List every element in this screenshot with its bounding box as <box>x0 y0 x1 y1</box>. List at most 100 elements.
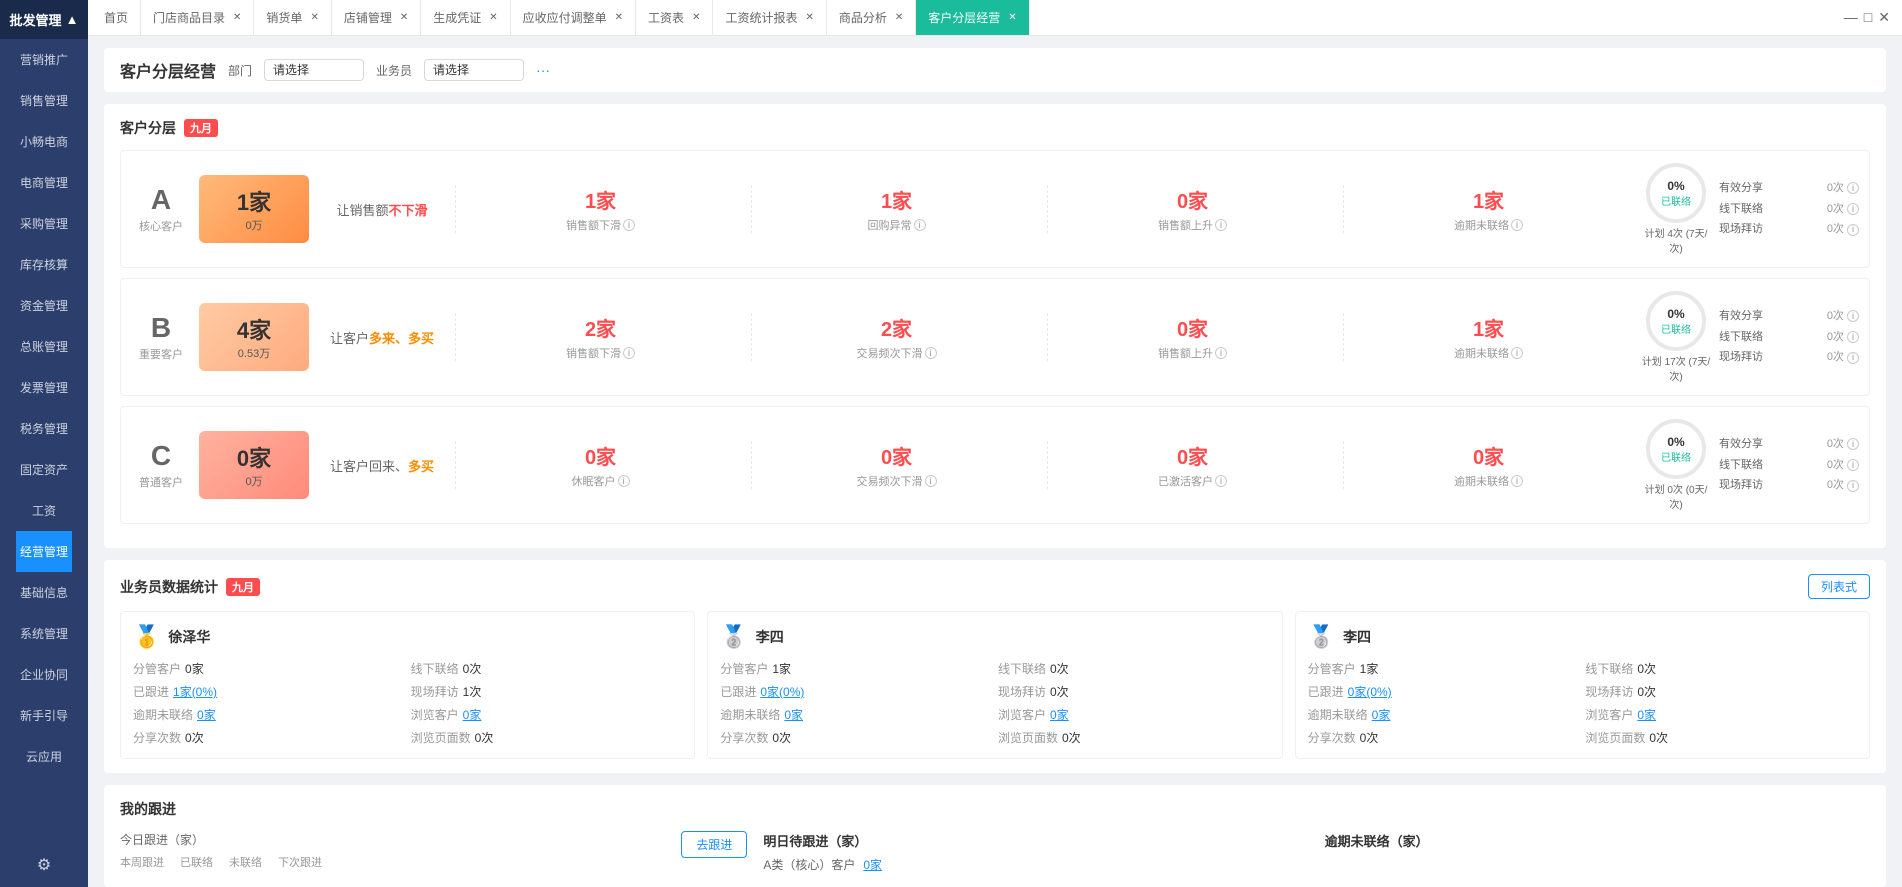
tab-close-销货单[interactable]: ✕ <box>310 12 318 23</box>
restore-icon[interactable]: □ <box>1864 9 1872 26</box>
stat-count[interactable]: 0家 <box>760 441 1033 470</box>
tab-商品分析[interactable]: 商品分析✕ <box>827 0 916 36</box>
sidebar-item-销售管理[interactable]: 销售管理 <box>16 80 72 121</box>
sidebar-item-总账管理[interactable]: 总账管理 <box>16 326 72 367</box>
stat-count[interactable]: 1家 <box>760 185 1033 214</box>
stat-count[interactable]: 1家 <box>1352 313 1625 342</box>
side-stats-C: 有效分享0次 i线下联络0次 i现场拜访0次 i <box>1719 434 1859 497</box>
tab-close-店铺管理[interactable]: ✕ <box>400 12 408 23</box>
sidebar-collapse-icon[interactable]: ▲ <box>66 12 79 27</box>
stat-count[interactable]: 0家 <box>1056 313 1329 342</box>
page-title: 客户分层经营 <box>120 58 216 82</box>
tab-门店商品目录[interactable]: 门店商品目录✕ <box>141 0 254 36</box>
staff-stat-value[interactable]: 0家 <box>784 706 803 723</box>
side-stat-info[interactable]: i <box>1847 459 1859 471</box>
stat-label: 逾期未联络 i <box>1352 345 1625 361</box>
go-follow-btn[interactable]: 去跟进 <box>681 831 747 858</box>
sidebar-header[interactable]: 批发管理 ▲ <box>0 0 88 39</box>
info-icon[interactable]: i <box>1215 475 1227 487</box>
tab-销货单[interactable]: 销货单✕ <box>254 0 331 36</box>
staff-select[interactable]: 请选择 <box>424 59 524 81</box>
side-stat-info[interactable]: i <box>1847 480 1859 492</box>
staff-stats-grid: 分管客户1家线下联络0次已跟进0家(0%)现场拜访0次逾期未联络0家浏览客户0家… <box>720 660 1269 746</box>
minimize-icon[interactable]: — <box>1844 9 1858 26</box>
settings-icon[interactable]: ⚙ <box>0 843 88 887</box>
side-stat-info[interactable]: i <box>1847 224 1859 236</box>
staff-stat-value[interactable]: 0家 <box>197 706 216 723</box>
side-stat-row: 线下联络0次 i <box>1719 455 1859 476</box>
side-stat-info[interactable]: i <box>1847 352 1859 364</box>
staff-stat-label: 分管客户 <box>133 660 181 677</box>
info-icon[interactable]: i <box>925 347 937 359</box>
staff-stat-value[interactable]: 0家(0%) <box>760 683 804 700</box>
staff-stat-value[interactable]: 0家 <box>1372 706 1391 723</box>
stat-count[interactable]: 0家 <box>464 441 737 470</box>
sidebar-item-固定资产[interactable]: 固定资产 <box>16 449 72 490</box>
sidebar-item-云应用[interactable]: 云应用 <box>16 736 72 777</box>
info-icon[interactable]: i <box>1511 475 1523 487</box>
tab-首页[interactable]: 首页 <box>92 0 141 36</box>
side-stat-info[interactable]: i <box>1847 438 1859 450</box>
staff-stat-value[interactable]: 0家 <box>1050 706 1069 723</box>
info-icon[interactable]: i <box>1215 347 1227 359</box>
tab-生成凭证[interactable]: 生成凭证✕ <box>421 0 510 36</box>
side-stat-info[interactable]: i <box>1847 331 1859 343</box>
staff-stat-value: 0次 <box>463 660 482 677</box>
staff-stat-value[interactable]: 1家(0%) <box>173 683 217 700</box>
info-icon[interactable]: i <box>1511 347 1523 359</box>
sidebar-item-发票管理[interactable]: 发票管理 <box>16 367 72 408</box>
tab-close-客户分层经营[interactable]: ✕ <box>1008 12 1016 23</box>
info-icon[interactable]: i <box>618 475 630 487</box>
tab-店铺管理[interactable]: 店铺管理✕ <box>332 0 421 36</box>
info-icon[interactable]: i <box>1511 219 1523 231</box>
stat-count[interactable]: 0家 <box>1056 185 1329 214</box>
tab-close-商品分析[interactable]: ✕ <box>895 12 903 23</box>
stat-count[interactable]: 0家 <box>1352 441 1625 470</box>
sidebar-item-营销推广[interactable]: 营销推广 <box>16 39 72 80</box>
staff-stat-value[interactable]: 0家 <box>1637 706 1656 723</box>
info-icon[interactable]: i <box>925 475 937 487</box>
tab-工资表[interactable]: 工资表✕ <box>636 0 713 36</box>
info-icon[interactable]: i <box>623 347 635 359</box>
side-stat-info[interactable]: i <box>1847 310 1859 322</box>
tab-应收应付调整单[interactable]: 应收应付调整单✕ <box>511 0 636 36</box>
stat-count[interactable]: 2家 <box>760 313 1033 342</box>
dept-select[interactable]: 请选择 <box>264 59 364 81</box>
stat-count[interactable]: 1家 <box>464 185 737 214</box>
tab-close-应收应付调整单[interactable]: ✕ <box>615 12 623 23</box>
sidebar-item-税务管理[interactable]: 税务管理 <box>16 408 72 449</box>
side-stat-info[interactable]: i <box>1847 203 1859 215</box>
staff-card-李四: 🥈李四分管客户1家线下联络0次已跟进0家(0%)现场拜访0次逾期未联络0家浏览客… <box>1295 611 1870 759</box>
sidebar-item-库存核算[interactable]: 库存核算 <box>16 244 72 285</box>
close-icon[interactable]: ✕ <box>1878 9 1890 26</box>
business-section-title: 业务员数据统计 九月 <box>120 577 260 597</box>
sidebar-item-企业协同[interactable]: 企业协同 <box>16 654 72 695</box>
staff-stat-value[interactable]: 0家(0%) <box>1348 683 1392 700</box>
tab-close-生成凭证[interactable]: ✕ <box>489 12 497 23</box>
sidebar-item-电商管理[interactable]: 电商管理 <box>16 162 72 203</box>
more-filters-btn[interactable]: ··· <box>536 62 550 78</box>
sidebar-item-采购管理[interactable]: 采购管理 <box>16 203 72 244</box>
info-icon[interactable]: i <box>623 219 635 231</box>
sidebar-item-资金管理[interactable]: 资金管理 <box>16 285 72 326</box>
staff-stat-value[interactable]: 0家 <box>463 706 482 723</box>
sidebar-item-系统管理[interactable]: 系统管理 <box>16 613 72 654</box>
tab-工资统计报表[interactable]: 工资统计报表✕ <box>713 0 826 36</box>
tab-客户分层经营[interactable]: 客户分层经营✕ <box>916 0 1029 36</box>
sidebar-item-新手引导[interactable]: 新手引导 <box>16 695 72 736</box>
sidebar-item-小畅电商[interactable]: 小畅电商 <box>16 121 72 162</box>
info-icon[interactable]: i <box>914 219 926 231</box>
tab-close-工资表[interactable]: ✕ <box>692 12 700 23</box>
info-icon[interactable]: i <box>1215 219 1227 231</box>
stat-count[interactable]: 1家 <box>1352 185 1625 214</box>
sidebar-item-工资[interactable]: 工资 <box>16 490 72 531</box>
stat-count[interactable]: 2家 <box>464 313 737 342</box>
sidebar-item-经营管理[interactable]: 经营管理 <box>16 531 72 572</box>
tab-close-工资统计报表[interactable]: ✕ <box>805 12 813 23</box>
list-view-btn[interactable]: 列表式 <box>1808 574 1870 599</box>
side-stat-info[interactable]: i <box>1847 182 1859 194</box>
tab-close-门店商品目录[interactable]: ✕ <box>233 12 241 23</box>
stat-count[interactable]: 0家 <box>1056 441 1329 470</box>
stat-item: 2家销售额下滑 i <box>455 313 745 361</box>
sidebar-item-基础信息[interactable]: 基础信息 <box>16 572 72 613</box>
